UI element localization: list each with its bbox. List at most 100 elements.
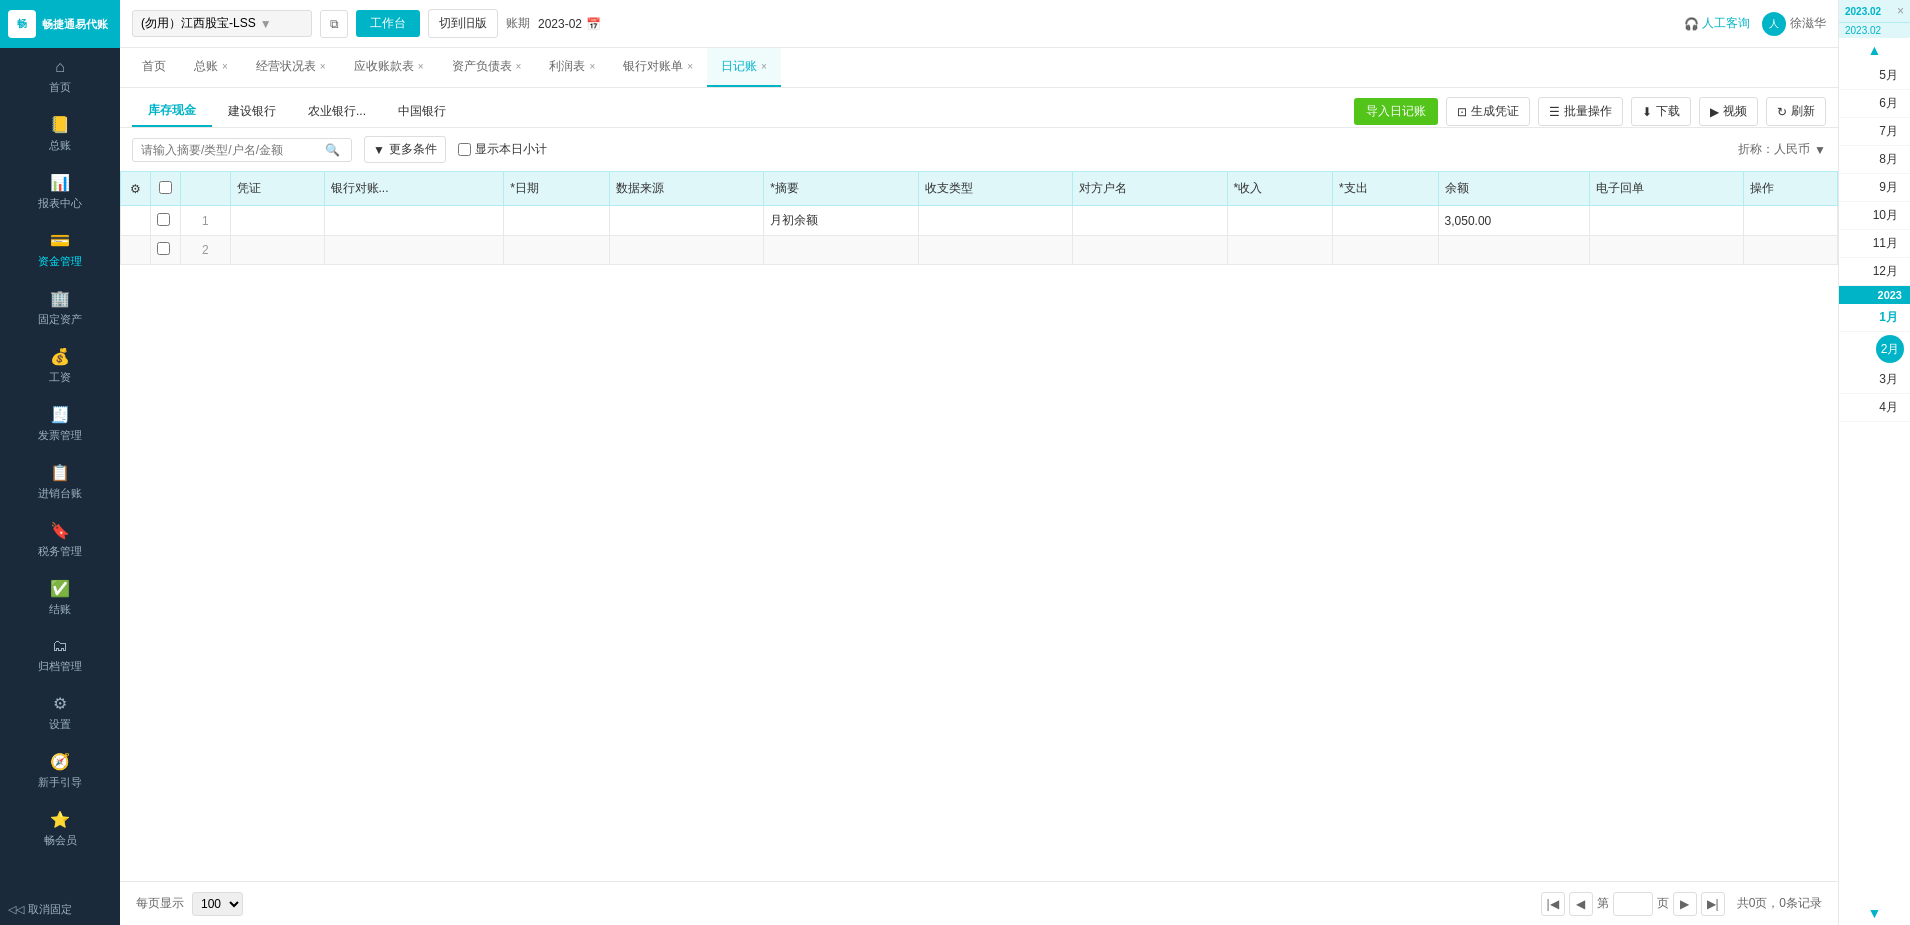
col-summary: *摘要 <box>764 172 918 206</box>
sidebar-item-settle[interactable]: ✅ 结账 <box>0 569 120 627</box>
search-icon[interactable]: 🔍 <box>325 143 340 157</box>
tab-assets-debt[interactable]: 资产负债表 × <box>438 48 536 87</box>
copy-button[interactable]: ⧉ <box>320 10 348 38</box>
col-settings[interactable]: ⚙ <box>121 172 151 206</box>
cell-date <box>504 206 610 236</box>
month-10[interactable]: 10月 <box>1839 202 1910 230</box>
batch-op-button[interactable]: ☰ 批量操作 <box>1538 97 1623 126</box>
col-e-receipt: 电子回单 <box>1589 172 1743 206</box>
cell-income <box>1227 236 1333 265</box>
tab-operation[interactable]: 经营状况表 × <box>242 48 340 87</box>
month-3[interactable]: 3月 <box>1839 366 1910 394</box>
sidebar-item-sales[interactable]: 📋 进销台账 <box>0 453 120 511</box>
table-row: 1 月初余额 3,050.00 <box>121 206 1838 236</box>
sidebar-item-home[interactable]: ⌂ 首页 <box>0 48 120 105</box>
cell-counterpart <box>1073 236 1227 265</box>
cell-expense <box>1333 236 1439 265</box>
row-checkbox[interactable] <box>157 242 170 255</box>
tab-assets-debt-close[interactable]: × <box>516 61 522 72</box>
archive-icon: 🗂 <box>52 637 68 655</box>
select-all-checkbox[interactable] <box>159 181 172 194</box>
tab-bank-reconcile-close[interactable]: × <box>687 61 693 72</box>
date-panel-close-button[interactable]: × <box>1897 4 1904 18</box>
tab-ledger-close[interactable]: × <box>222 61 228 72</box>
workspace-button[interactable]: 工作台 <box>356 10 420 37</box>
per-page-select[interactable]: 100 50 200 <box>192 892 243 916</box>
subtotal-checkbox-input[interactable] <box>458 143 471 156</box>
month-5[interactable]: 5月 <box>1839 62 1910 90</box>
subtab-boc[interactable]: 中国银行 <box>382 97 462 126</box>
cell-balance <box>1438 236 1589 265</box>
currency-dropdown-icon[interactable]: ▼ <box>1814 143 1826 157</box>
sidebar-item-settings[interactable]: ⚙ 设置 <box>0 684 120 742</box>
prev-page-button[interactable]: ◀ <box>1569 892 1593 916</box>
company-selector[interactable]: (勿用）江西股宝-LSS ▼ <box>132 10 312 37</box>
sidebar-item-assets[interactable]: 🏢 固定资产 <box>0 279 120 337</box>
total-count: 共0页，0条记录 <box>1737 895 1822 912</box>
page-number-input[interactable]: 1 <box>1613 892 1653 916</box>
sidebar-item-archive[interactable]: 🗂 归档管理 <box>0 627 120 684</box>
tab-journal-close[interactable]: × <box>761 61 767 72</box>
last-page-button[interactable]: ▶| <box>1701 892 1725 916</box>
sidebar-item-ledger[interactable]: 📒 总账 <box>0 105 120 163</box>
row-checkbox[interactable] <box>157 213 170 226</box>
month-2-selected[interactable]: 2月 <box>1876 335 1904 363</box>
generate-voucher-button[interactable]: ⊡ 生成凭证 <box>1446 97 1530 126</box>
tab-profit[interactable]: 利润表 × <box>535 48 609 87</box>
sidebar-item-invoice[interactable]: 🧾 发票管理 <box>0 395 120 453</box>
search-input[interactable] <box>141 143 321 157</box>
sidebar-item-label: 结账 <box>49 602 71 617</box>
tab-profit-close[interactable]: × <box>589 61 595 72</box>
cell-num: 1 <box>181 206 231 236</box>
month-6[interactable]: 6月 <box>1839 90 1910 118</box>
support-button[interactable]: 🎧 人工客询 <box>1684 15 1750 32</box>
cell-e-receipt <box>1589 206 1743 236</box>
sidebar-item-tax[interactable]: 🔖 税务管理 <box>0 511 120 569</box>
scroll-down-icon[interactable]: ▼ <box>1868 905 1882 921</box>
tab-receivable[interactable]: 应收账款表 × <box>340 48 438 87</box>
cell-voucher <box>230 236 324 265</box>
tab-bank-reconcile[interactable]: 银行对账单 × <box>609 48 707 87</box>
sidebar-item-label: 进销台账 <box>38 486 82 501</box>
tab-home[interactable]: 首页 <box>128 48 180 87</box>
user-avatar: 人 <box>1762 12 1786 36</box>
cell-settings <box>121 236 151 265</box>
next-page-button[interactable]: ▶ <box>1673 892 1697 916</box>
more-conditions-button[interactable]: ▼ 更多条件 <box>364 136 446 163</box>
month-7[interactable]: 7月 <box>1839 118 1910 146</box>
tab-assets-debt-label: 资产负债表 <box>452 58 512 75</box>
calendar-icon[interactable]: 📅 <box>586 17 601 31</box>
tab-operation-close[interactable]: × <box>320 61 326 72</box>
sidebar-item-reports[interactable]: 📊 报表中心 <box>0 163 120 221</box>
show-subtotal-checkbox[interactable]: 显示本日小计 <box>458 141 547 158</box>
month-8[interactable]: 8月 <box>1839 146 1910 174</box>
month-11[interactable]: 11月 <box>1839 230 1910 258</box>
month-9[interactable]: 9月 <box>1839 174 1910 202</box>
first-page-button[interactable]: |◀ <box>1541 892 1565 916</box>
video-button[interactable]: ▶ 视频 <box>1699 97 1758 126</box>
month-4[interactable]: 4月 <box>1839 394 1910 422</box>
unpin-button[interactable]: ◁◁ 取消固定 <box>0 894 120 925</box>
tab-journal-label: 日记账 <box>721 58 757 75</box>
col-bank-reconcile: 银行对账... <box>324 172 504 206</box>
sidebar-item-label: 报表中心 <box>38 196 82 211</box>
download-button[interactable]: ⬇ 下载 <box>1631 97 1691 126</box>
subtab-cash[interactable]: 库存现金 <box>132 96 212 127</box>
sidebar-item-member[interactable]: ⭐ 畅会员 <box>0 800 120 858</box>
tab-receivable-close[interactable]: × <box>418 61 424 72</box>
user-area[interactable]: 人 徐滋华 <box>1762 12 1826 36</box>
scroll-up-icon[interactable]: ▲ <box>1868 42 1882 58</box>
old-version-button[interactable]: 切到旧版 <box>428 9 498 38</box>
import-journal-button[interactable]: 导入日记账 <box>1354 98 1438 125</box>
month-12[interactable]: 12月 <box>1839 258 1910 286</box>
tab-ledger[interactable]: 总账 × <box>180 48 242 87</box>
subtab-ccb[interactable]: 建设银行 <box>212 97 292 126</box>
tab-journal[interactable]: 日记账 × <box>707 48 781 87</box>
refresh-button[interactable]: ↻ 刷新 <box>1766 97 1826 126</box>
sidebar-item-guide[interactable]: 🧭 新手引导 <box>0 742 120 800</box>
journal-table: ⚙ 凭证 银行对账... *日期 数据来源 *摘要 收支类型 对方户名 <box>120 171 1838 265</box>
subtab-abc[interactable]: 农业银行... <box>292 97 382 126</box>
sidebar-item-salary[interactable]: 💰 工资 <box>0 337 120 395</box>
sidebar-item-capital[interactable]: 💳 资金管理 <box>0 221 120 279</box>
month-1[interactable]: 1月 <box>1839 304 1910 332</box>
